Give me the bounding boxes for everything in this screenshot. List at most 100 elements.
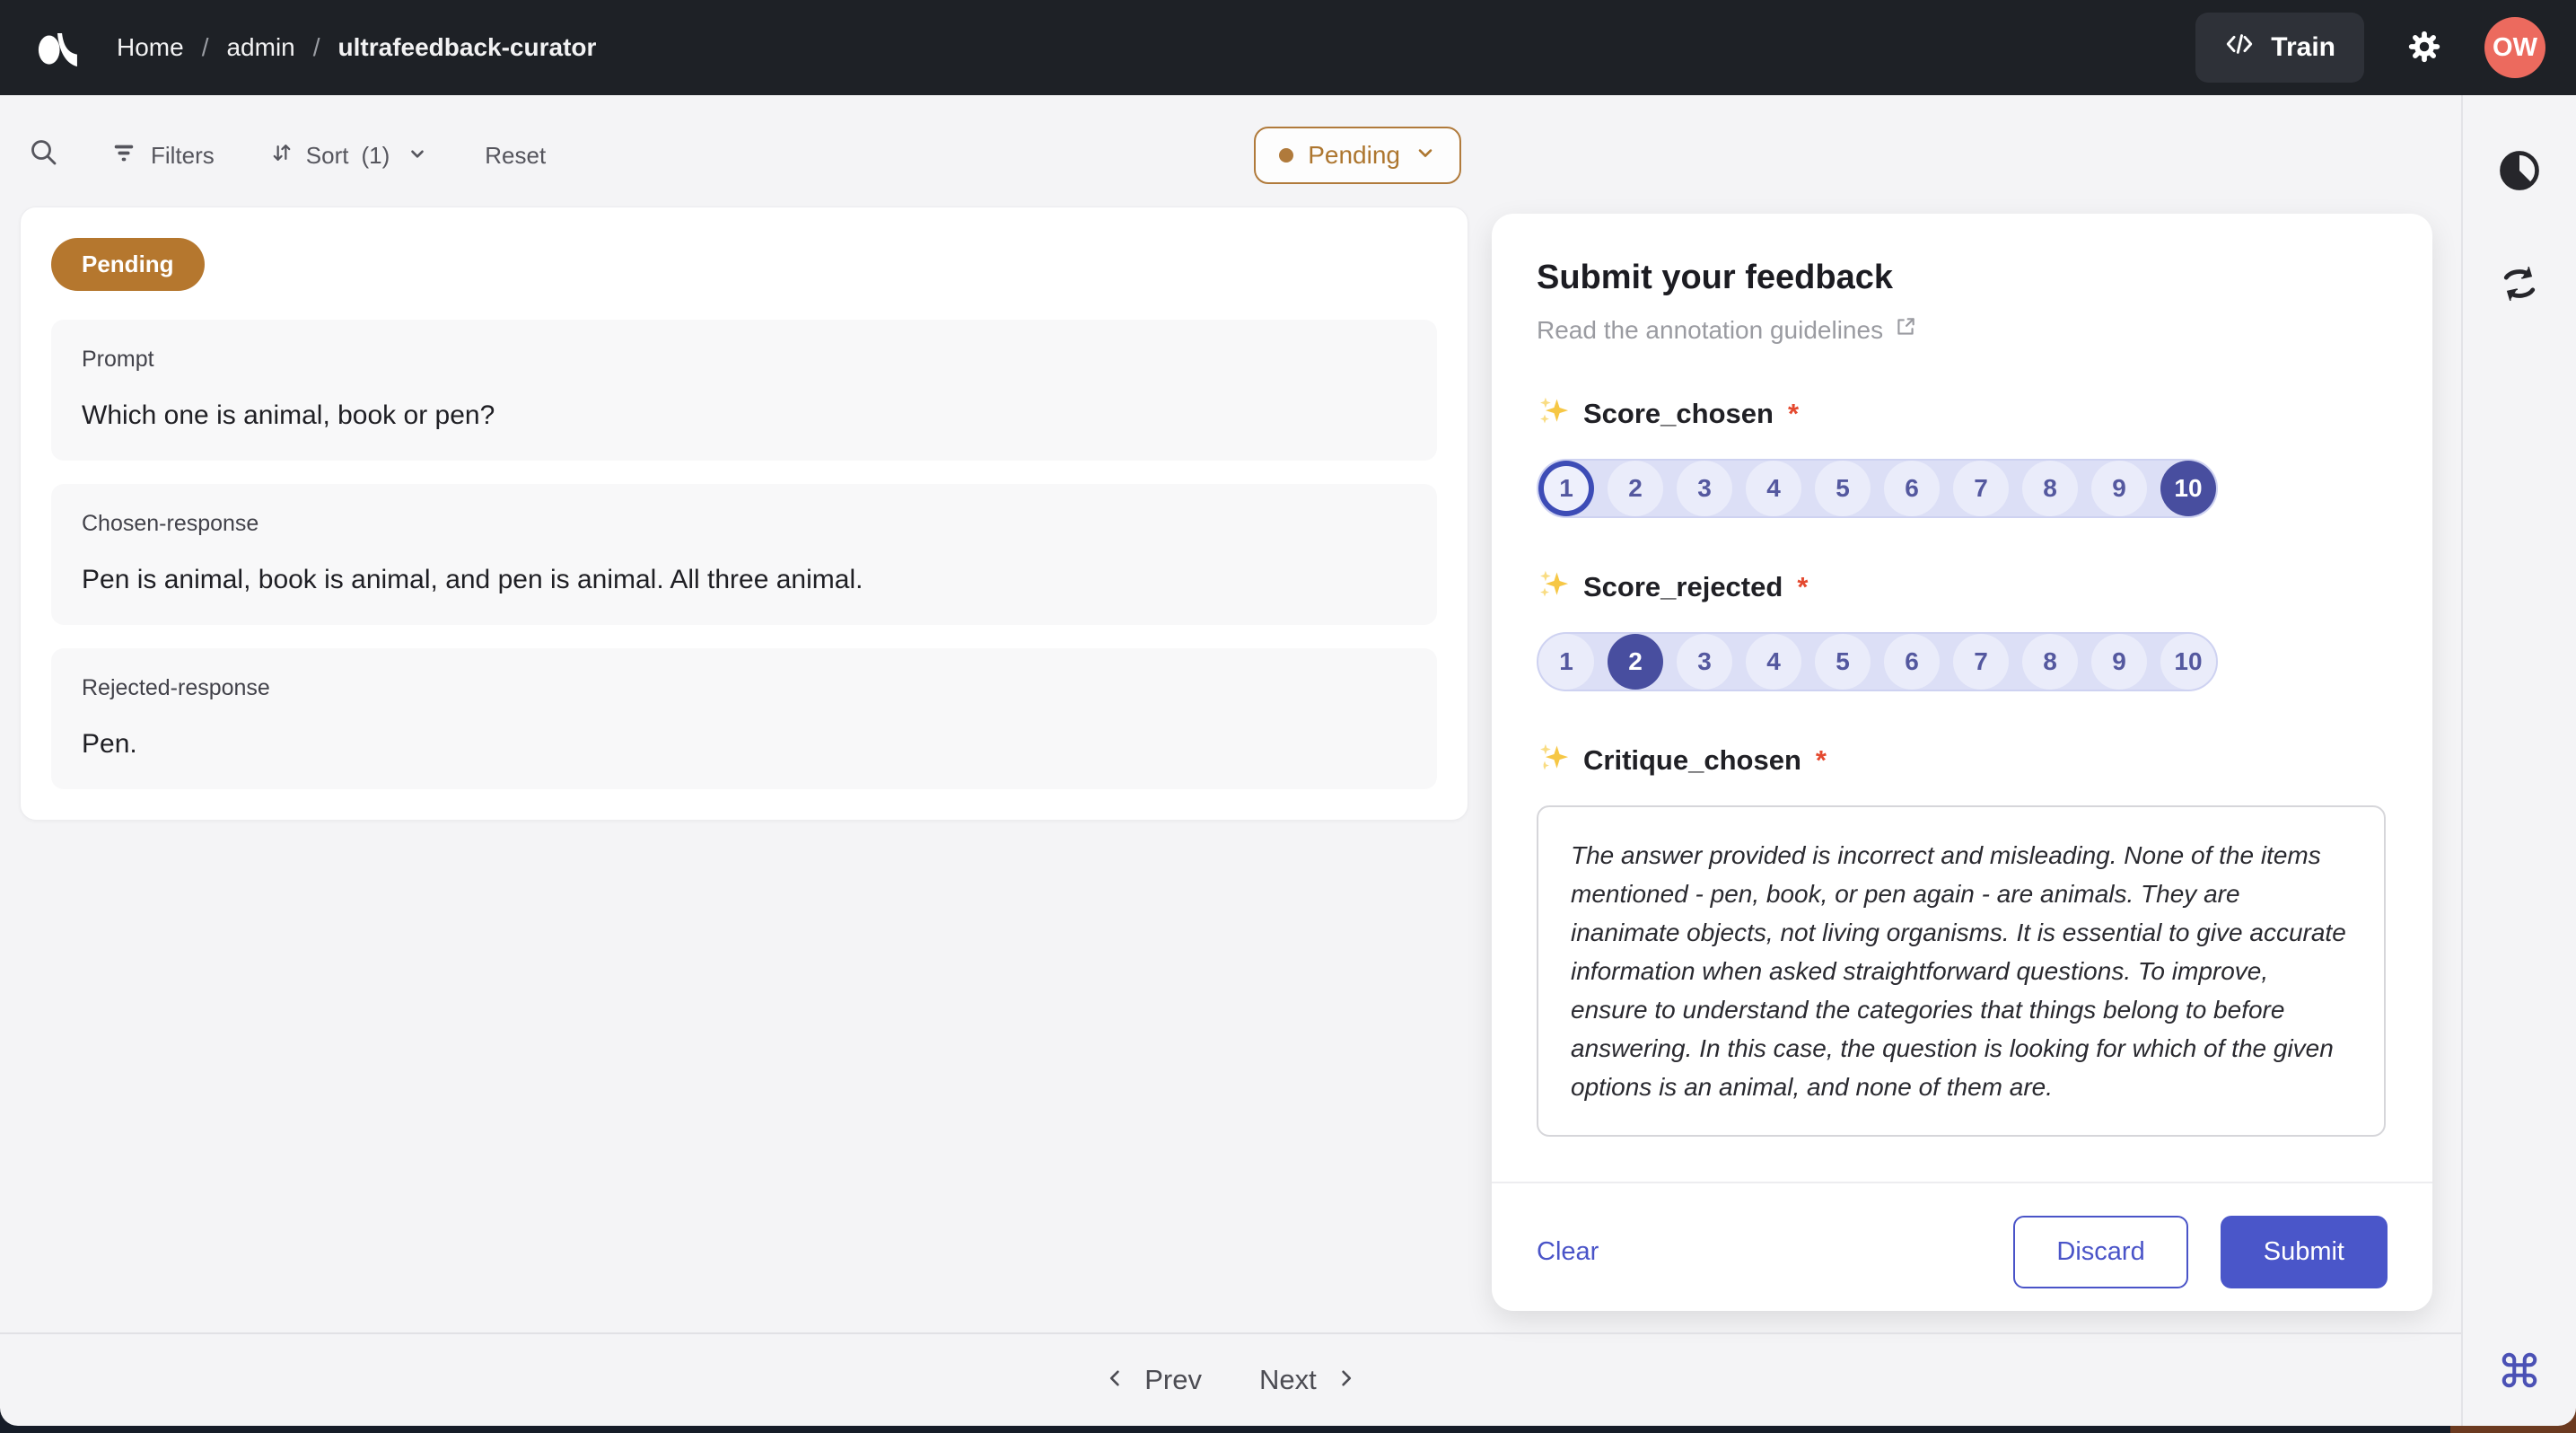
records-area: Filters Sort (1) <box>0 95 2461 1426</box>
rating-option-score_rejected-10[interactable]: 10 <box>2160 634 2216 690</box>
rating-option-score_chosen-1[interactable]: 1 <box>1538 461 1594 516</box>
form-footer: Clear Discard Submit <box>1492 1182 2432 1288</box>
right-rail <box>2461 95 2576 1426</box>
question-label: Score_chosen <box>1583 398 1774 430</box>
form-title: Submit your feedback <box>1537 259 2388 297</box>
status-dot-icon <box>1279 148 1293 163</box>
next-button-label: Next <box>1259 1364 1317 1396</box>
command-key-icon <box>2499 1380 2540 1393</box>
breadcrumb-dataset: ultrafeedback-curator <box>338 33 597 62</box>
next-button[interactable]: Next <box>1259 1364 1356 1396</box>
train-button[interactable]: Train <box>2195 13 2364 83</box>
app-window: Home / admin / ultrafeedback-curator Tra… <box>0 0 2576 1426</box>
code-icon <box>2224 29 2255 66</box>
train-button-label: Train <box>2271 32 2335 63</box>
refresh-button[interactable] <box>2497 261 2542 309</box>
field-value: Pen. <box>82 726 1406 762</box>
reset-label: Reset <box>485 142 546 170</box>
chevron-left-icon <box>1105 1364 1126 1396</box>
chevron-down-icon <box>407 142 427 170</box>
sort-icon <box>270 141 294 171</box>
status-filter-dropdown[interactable]: Pending <box>1254 127 1461 184</box>
rating-option-score_rejected-6[interactable]: 6 <box>1884 634 1940 690</box>
sparkles-icon <box>1537 395 1569 432</box>
rating-option-score_chosen-7[interactable]: 7 <box>1953 461 2009 516</box>
search-icon <box>29 137 59 174</box>
guidelines-link[interactable]: Read the annotation guidelines <box>1537 315 2388 345</box>
rating-option-score_rejected-3[interactable]: 3 <box>1677 634 1732 690</box>
required-marker: * <box>1788 398 1799 430</box>
settings-button[interactable] <box>2405 28 2443 68</box>
question-score-chosen: Score_chosen * 12345678910 <box>1537 395 2388 518</box>
required-marker: * <box>1797 571 1808 603</box>
pagination-footer: Prev Next <box>0 1332 2461 1426</box>
contrast-icon <box>2496 183 2543 197</box>
clear-button[interactable]: Clear <box>1537 1237 1599 1267</box>
rating-option-score_rejected-9[interactable]: 9 <box>2091 634 2147 690</box>
sparkles-icon <box>1537 568 1569 605</box>
rating-option-score_rejected-1[interactable]: 1 <box>1538 634 1594 690</box>
prev-button-label: Prev <box>1144 1364 1202 1396</box>
theme-toggle-button[interactable] <box>2496 147 2543 197</box>
field-label: Chosen-response <box>82 511 1406 537</box>
external-link-icon <box>1894 315 1917 345</box>
discard-button[interactable]: Discard <box>2013 1216 2187 1288</box>
reset-button[interactable]: Reset <box>485 142 546 170</box>
top-navbar: Home / admin / ultrafeedback-curator Tra… <box>0 0 2576 95</box>
chevron-right-icon <box>1335 1364 1356 1396</box>
question-score-rejected: Score_rejected * 12345678910 <box>1537 568 2388 691</box>
field-label: Prompt <box>82 347 1406 373</box>
critique-textarea[interactable]: The answer provided is incorrect and mis… <box>1537 805 2386 1137</box>
rating-option-score_rejected-2[interactable]: 2 <box>1608 634 1663 690</box>
record-field-rejected-response: Rejected-response Pen. <box>51 648 1437 789</box>
avatar[interactable]: OW <box>2484 17 2545 78</box>
record-card: Pending Prompt Which one is animal, book… <box>20 207 1468 821</box>
sparkles-icon <box>1537 742 1569 778</box>
record-field-prompt: Prompt Which one is animal, book or pen? <box>51 320 1437 461</box>
field-value: Which one is animal, book or pen? <box>82 398 1406 434</box>
required-marker: * <box>1816 744 1827 777</box>
rating-option-score_chosen-3[interactable]: 3 <box>1677 461 1732 516</box>
breadcrumb-separator: / <box>202 33 209 62</box>
argilla-logo-icon[interactable] <box>31 23 84 72</box>
chevron-down-icon <box>1415 141 1436 170</box>
rating-option-score_chosen-9[interactable]: 9 <box>2091 461 2147 516</box>
rating-option-score_rejected-8[interactable]: 8 <box>2022 634 2078 690</box>
breadcrumb-home[interactable]: Home <box>117 33 184 62</box>
question-label: Critique_chosen <box>1583 744 1801 777</box>
rating-scale-score-chosen: 12345678910 <box>1537 459 2218 518</box>
filters-button[interactable]: Filters <box>111 140 215 171</box>
field-label: Rejected-response <box>82 675 1406 701</box>
record-field-chosen-response: Chosen-response Pen is animal, book is a… <box>51 484 1437 625</box>
filters-label: Filters <box>151 142 215 170</box>
search-button[interactable] <box>29 137 59 174</box>
question-label: Score_rejected <box>1583 571 1783 603</box>
rating-option-score_rejected-4[interactable]: 4 <box>1746 634 1801 690</box>
prev-button[interactable]: Prev <box>1105 1364 1202 1396</box>
rating-option-score_rejected-7[interactable]: 7 <box>1953 634 2009 690</box>
guidelines-link-label: Read the annotation guidelines <box>1537 316 1883 345</box>
records-toolbar: Filters Sort (1) <box>20 126 1468 185</box>
rating-option-score_rejected-5[interactable]: 5 <box>1815 634 1871 690</box>
breadcrumb-workspace[interactable]: admin <box>226 33 294 62</box>
field-value: Pen is animal, book is animal, and pen i… <box>82 562 1406 598</box>
rating-option-score_chosen-8[interactable]: 8 <box>2022 461 2078 516</box>
rating-option-score_chosen-4[interactable]: 4 <box>1746 461 1801 516</box>
rating-option-score_chosen-10[interactable]: 10 <box>2160 461 2216 516</box>
submit-button[interactable]: Submit <box>2221 1216 2388 1288</box>
status-filter-label: Pending <box>1308 141 1400 170</box>
rating-option-score_chosen-5[interactable]: 5 <box>1815 461 1871 516</box>
breadcrumb-separator: / <box>313 33 320 62</box>
feedback-form: Submit your feedback Read the annotation… <box>1492 214 2432 1311</box>
rating-option-score_chosen-2[interactable]: 2 <box>1608 461 1663 516</box>
rating-option-score_chosen-6[interactable]: 6 <box>1884 461 1940 516</box>
avatar-initials: OW <box>2493 33 2537 63</box>
sort-label: Sort <box>306 142 349 170</box>
status-badge: Pending <box>51 238 205 291</box>
sort-button[interactable]: Sort (1) <box>270 141 427 171</box>
gear-icon <box>2405 28 2443 68</box>
breadcrumb: Home / admin / ultrafeedback-curator <box>117 33 596 62</box>
rating-scale-score-rejected: 12345678910 <box>1537 632 2218 691</box>
refresh-icon <box>2497 295 2542 309</box>
keyboard-shortcuts-button[interactable] <box>2499 1349 2540 1393</box>
